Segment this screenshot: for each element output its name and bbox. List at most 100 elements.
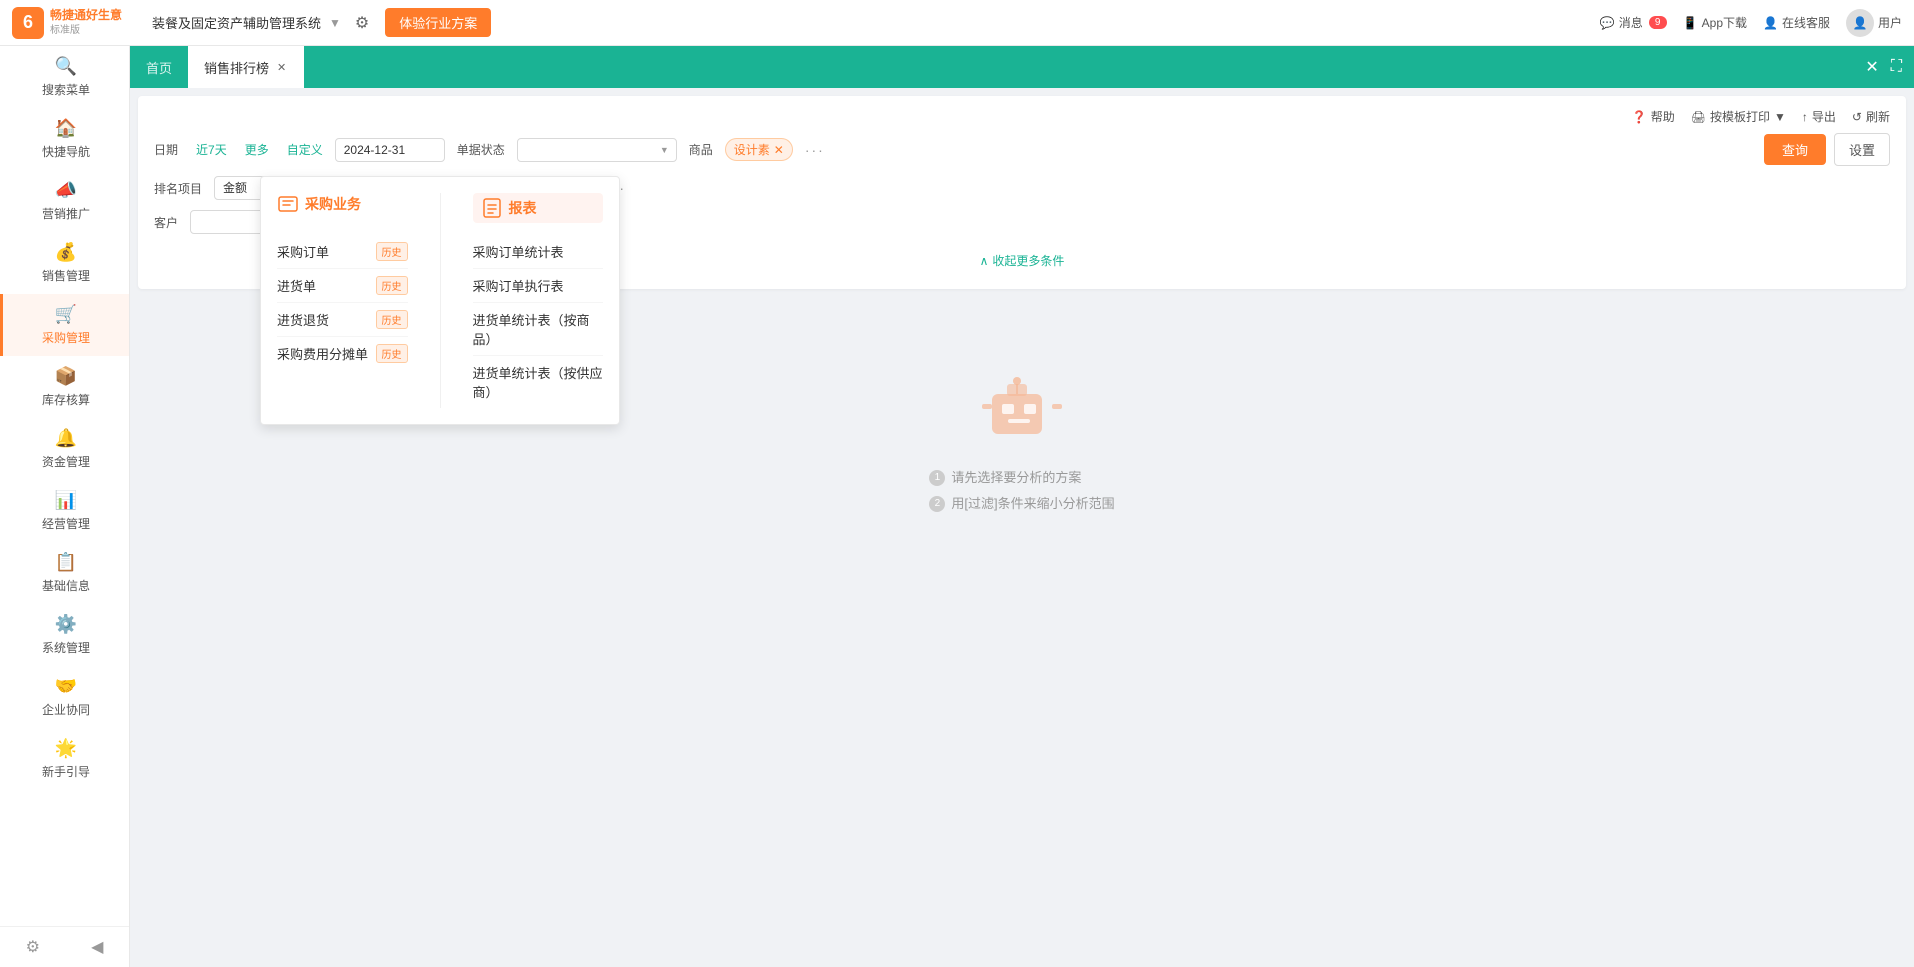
sidebar-item-operations[interactable]: 📊 经营管理 [0, 480, 129, 542]
print-icon: 🖨 [1691, 110, 1706, 124]
date-quick-buttons: 近7天 更多 自定义 [190, 137, 329, 162]
menu-item-incoming-stat-supplier[interactable]: 进货单统计表（按供应商） [473, 356, 604, 408]
guide-icon: 🌟 [55, 738, 77, 759]
menu-item-incoming[interactable]: 进货单 历史 [277, 269, 408, 303]
tab-bar: 首页 销售排行榜 ✕ ✕ ⛶ [130, 46, 1914, 88]
sidebar-item-basic-info[interactable]: 📋 基础信息 [0, 542, 129, 604]
home-icon: 🏠 [55, 118, 77, 139]
product-tag-close[interactable]: ✕ [774, 143, 784, 157]
product-label: 商品 [689, 141, 713, 158]
main-layout: 🔍 搜索菜单 🏠 快捷导航 📣 营销推广 💰 销售管理 🛒 采购管理 📦 [0, 46, 1914, 967]
purchase-report-title: 报表 [473, 193, 604, 223]
tab-maximize-icon[interactable]: ⛶ [1891, 58, 1902, 76]
purchase-business-title: 采购业务 [277, 193, 408, 223]
filter-row-1: 日期 近7天 更多 自定义 单据状态 [154, 133, 1890, 166]
print-dropdown-icon[interactable]: ▼ [1774, 110, 1786, 124]
menu-item-return-goods[interactable]: 进货退货 历史 [277, 303, 408, 337]
avatar: 👤 [1846, 9, 1874, 37]
tab-home[interactable]: 首页 [130, 46, 188, 88]
search-icon: 🔍 [55, 56, 77, 77]
phone-icon: 📱 [1683, 16, 1698, 30]
footer-settings-btn[interactable]: ⚙ [26, 937, 40, 957]
empty-illustration [972, 369, 1072, 449]
menu-item-purchase-order[interactable]: 采购订单 历史 [277, 235, 408, 269]
enterprise-icon: 🤝 [55, 676, 77, 697]
sidebar-item-system[interactable]: ⚙️ 系统管理 [0, 604, 129, 666]
date-custom-btn[interactable]: 自定义 [281, 137, 329, 162]
help-icon: ❓ [1632, 110, 1647, 124]
purchase-report-col: 报表 采购订单统计表 采购订单执行表 进货单统计表（按商品） 进货单统计表（按供 [473, 193, 604, 408]
sidebar-item-marketing[interactable]: 📣 营销推广 [0, 170, 129, 232]
sidebar-item-inventory[interactable]: 📦 库存核算 [0, 356, 129, 418]
purchase-icon: 🛒 [55, 304, 77, 325]
footer-collapse-btn[interactable]: ◀ [91, 937, 103, 957]
app-download-btn[interactable]: 📱 App下载 [1683, 14, 1747, 31]
tip-item-2: 2 用[过滤]条件来缩小分析范围 [929, 491, 1114, 517]
help-btn[interactable]: ❓ 帮助 [1632, 108, 1675, 125]
sidebar-item-search[interactable]: 🔍 搜索菜单 [0, 46, 129, 108]
collapse-btn[interactable]: ∧ 收起更多条件 [980, 244, 1065, 277]
logo-icon: 6 [12, 7, 44, 39]
top-nav: 装餐及固定资产辅助管理系统 ▼ ⚙ 体验行业方案 [142, 8, 1600, 37]
industry-button[interactable]: 体验行业方案 [385, 8, 491, 37]
menu-item-order-stat[interactable]: 采购订单统计表 [473, 235, 604, 269]
order-status-label: 单据状态 [457, 141, 505, 158]
order-status-select[interactable] [517, 138, 677, 162]
logo-text: 畅捷通好生意 标准版 [50, 8, 122, 37]
print-btn[interactable]: 🖨 按模板打印 ▼ [1691, 108, 1786, 125]
product-more-dots[interactable]: ··· [805, 142, 825, 158]
system-icon: ⚙️ [55, 614, 77, 635]
message-icon: 💬 [1600, 16, 1615, 30]
date-7days-btn[interactable]: 近7天 [190, 137, 233, 162]
message-btn[interactable]: 💬 消息 9 [1600, 14, 1667, 31]
page-content: ❓ 帮助 🖨 按模板打印 ▼ ↑ 导出 [130, 88, 1914, 967]
menu-separator [440, 193, 441, 408]
date-range: 近7天 更多 自定义 [190, 137, 445, 162]
inventory-icon: 📦 [55, 366, 77, 387]
sidebar: 🔍 搜索菜单 🏠 快捷导航 📣 营销推广 💰 销售管理 🛒 采购管理 📦 [0, 46, 130, 967]
system-title: 装餐及固定资产辅助管理系统 [152, 13, 321, 32]
report-icon [481, 197, 503, 219]
sales-icon: 💰 [55, 242, 77, 263]
sidebar-item-nav[interactable]: 🏠 快捷导航 [0, 108, 129, 170]
customer-label: 客户 [154, 214, 178, 231]
refresh-btn[interactable]: ↺ 刷新 [1852, 108, 1890, 125]
logo-area: 6 畅捷通好生意 标准版 [12, 7, 142, 39]
sidebar-item-purchase[interactable]: 🛒 采购管理 [0, 294, 129, 356]
refresh-icon: ↺ [1852, 110, 1862, 124]
online-service-btn[interactable]: 👤 在线客服 [1763, 14, 1830, 31]
tab-sales-ranking[interactable]: 销售排行榜 ✕ [188, 46, 304, 88]
date-end-input[interactable] [335, 138, 445, 162]
sidebar-item-finance[interactable]: 🔔 资金管理 [0, 418, 129, 480]
headset-icon: 👤 [1763, 16, 1778, 30]
basic-info-icon: 📋 [55, 552, 77, 573]
settings-button[interactable]: 设置 [1834, 133, 1890, 166]
sidebar-item-enterprise[interactable]: 🤝 企业协同 [0, 666, 129, 728]
message-badge: 9 [1649, 16, 1667, 29]
marketing-icon: 📣 [55, 180, 77, 201]
user-menu-btn[interactable]: 👤 用户 [1846, 9, 1902, 37]
purchase-dropdown-menu: 采购业务 采购订单 历史 进货单 历史 进货退货 历史 [260, 176, 620, 425]
query-button[interactable]: 查询 [1764, 134, 1826, 165]
top-bar: 6 畅捷通好生意 标准版 装餐及固定资产辅助管理系统 ▼ ⚙ 体验行业方案 💬 … [0, 0, 1914, 46]
purchase-business-icon [277, 193, 299, 215]
empty-tips: 1 请先选择要分析的方案 2 用[过滤]条件来缩小分析范围 [929, 465, 1114, 517]
export-icon: ↑ [1802, 110, 1808, 124]
filter-actions: 查询 设置 [1764, 133, 1890, 166]
sidebar-item-guide[interactable]: 🌟 新手引导 [0, 728, 129, 790]
app-container: 6 畅捷通好生意 标准版 装餐及固定资产辅助管理系统 ▼ ⚙ 体验行业方案 💬 … [0, 0, 1914, 967]
order-status-select-wrapper [517, 138, 677, 162]
menu-item-incoming-stat-product[interactable]: 进货单统计表（按商品） [473, 303, 604, 356]
menu-item-order-exec[interactable]: 采购订单执行表 [473, 269, 604, 303]
nav-dropdown-icon[interactable]: ▼ [329, 16, 341, 30]
tab-close-icon[interactable]: ✕ [275, 59, 288, 76]
finance-icon: 🔔 [55, 428, 77, 449]
date-more-btn[interactable]: 更多 [239, 137, 275, 162]
tab-close-window-icon[interactable]: ✕ [1865, 57, 1878, 77]
settings-icon[interactable]: ⚙ [355, 13, 369, 33]
export-btn[interactable]: ↑ 导出 [1802, 108, 1836, 125]
product-tag: 设计素 ✕ [725, 138, 793, 161]
sidebar-footer: ⚙ ◀ [0, 926, 129, 967]
menu-item-purchase-expense[interactable]: 采购费用分摊单 历史 [277, 337, 408, 370]
sidebar-item-sales[interactable]: 💰 销售管理 [0, 232, 129, 294]
